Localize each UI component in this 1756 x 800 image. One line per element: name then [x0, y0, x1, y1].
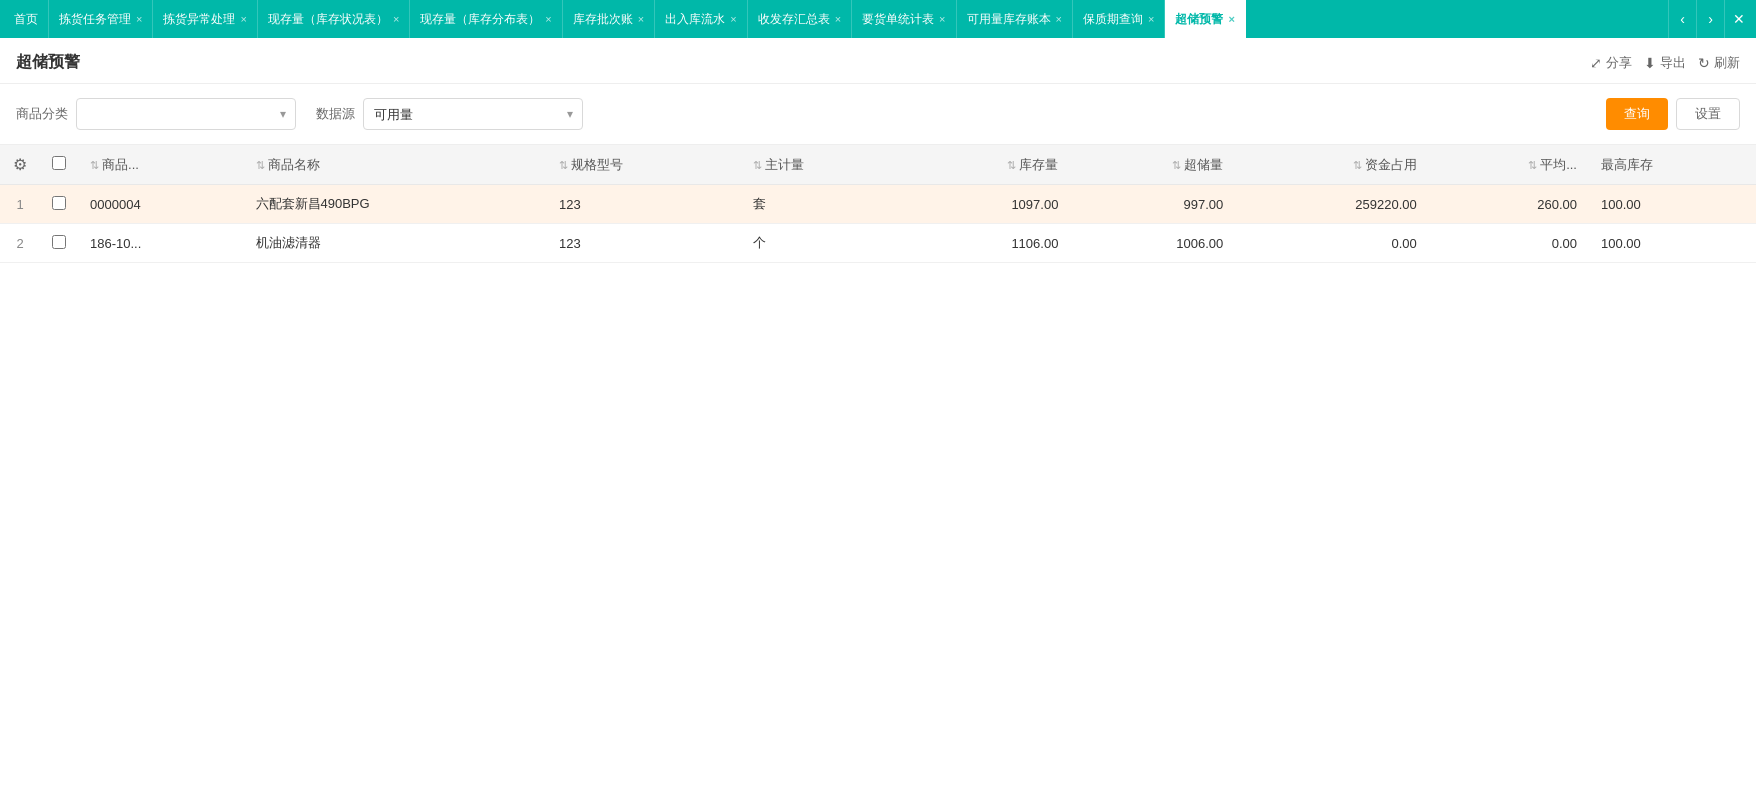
- row-checkbox[interactable]: [52, 196, 66, 210]
- data-source-select[interactable]: 可用量 库存量: [363, 98, 583, 130]
- close-icon[interactable]: ×: [1148, 13, 1154, 25]
- close-icon[interactable]: ×: [1228, 13, 1234, 25]
- th-avg[interactable]: 平均...: [1429, 145, 1589, 185]
- close-icon[interactable]: ×: [939, 13, 945, 25]
- page-content: 超储预警 ⤢ 分享 ⬇ 导出 ↻ 刷新 商品分类: [0, 38, 1756, 800]
- nav-tab-home[interactable]: 首页: [4, 0, 49, 38]
- export-button[interactable]: ⬇ 导出: [1644, 54, 1686, 72]
- nav-tab-summary[interactable]: 收发存汇总表 ×: [748, 0, 852, 38]
- nav-tab-overstock[interactable]: 超储预警 ×: [1165, 0, 1245, 38]
- table-container: ⚙ 商品... 商品名称 规格型号 主计量 库存量 超储量 资金占用 平均...…: [0, 145, 1756, 263]
- share-icon: ⤢: [1590, 55, 1602, 71]
- close-icon[interactable]: ×: [1056, 13, 1062, 25]
- data-source-select-wrapper: 可用量 库存量: [363, 98, 583, 130]
- data-source-label: 数据源: [316, 105, 355, 123]
- th-spec[interactable]: 规格型号: [547, 145, 740, 185]
- cell-product-name: 机油滤清器: [244, 224, 548, 263]
- th-product-code[interactable]: 商品...: [78, 145, 244, 185]
- cell-capital: 0.00: [1235, 224, 1428, 263]
- th-checkbox: [40, 145, 78, 185]
- cell-overstock: 997.00: [1070, 185, 1235, 224]
- settings-button[interactable]: 设置: [1676, 98, 1740, 130]
- cell-capital: 259220.00: [1235, 185, 1428, 224]
- cell-unit: 套: [741, 185, 906, 224]
- cell-unit: 个: [741, 224, 906, 263]
- nav-tab-inventory-status[interactable]: 现存量（库存状况表） ×: [258, 0, 410, 38]
- cell-avg: 260.00: [1429, 185, 1589, 224]
- cell-overstock: 1006.00: [1070, 224, 1235, 263]
- product-category-filter: 商品分类: [16, 98, 296, 130]
- nav-tab-pick-exception[interactable]: 拣货异常处理 ×: [153, 0, 257, 38]
- header-actions: ⤢ 分享 ⬇ 导出 ↻ 刷新: [1590, 54, 1740, 72]
- nav-tab-expiry[interactable]: 保质期查询 ×: [1073, 0, 1165, 38]
- nav-tab-available-stock[interactable]: 可用量库存账本 ×: [957, 0, 1073, 38]
- export-icon: ⬇: [1644, 55, 1656, 71]
- th-stock[interactable]: 库存量: [905, 145, 1070, 185]
- cell-max-stock: 100.00: [1589, 185, 1756, 224]
- row-checkbox-cell: [40, 224, 78, 263]
- nav-tab-inventory-dist[interactable]: 现存量（库存分布表） ×: [410, 0, 562, 38]
- refresh-icon: ↻: [1698, 55, 1710, 71]
- row-number: 2: [0, 224, 40, 263]
- cell-max-stock: 100.00: [1589, 224, 1756, 263]
- nav-tab-order-stats[interactable]: 要货单统计表 ×: [852, 0, 956, 38]
- row-checkbox-cell: [40, 185, 78, 224]
- cell-product-code: 0000004: [78, 185, 244, 224]
- close-icon[interactable]: ×: [638, 13, 644, 25]
- close-icon[interactable]: ×: [136, 13, 142, 25]
- select-all-checkbox[interactable]: [52, 156, 66, 170]
- cell-product-code: 186-10...: [78, 224, 244, 263]
- product-category-select[interactable]: [76, 98, 296, 130]
- nav-next-button[interactable]: ›: [1696, 0, 1724, 38]
- overstock-table: ⚙ 商品... 商品名称 规格型号 主计量 库存量 超储量 资金占用 平均...…: [0, 145, 1756, 263]
- share-button[interactable]: ⤢ 分享: [1590, 54, 1632, 72]
- th-gear: ⚙: [0, 145, 40, 185]
- nav-prev-button[interactable]: ‹: [1668, 0, 1696, 38]
- th-max-stock: 最高库存: [1589, 145, 1756, 185]
- cell-stock: 1106.00: [905, 224, 1070, 263]
- th-overstock[interactable]: 超储量: [1070, 145, 1235, 185]
- data-source-filter: 数据源 可用量 库存量: [316, 98, 583, 130]
- close-icon[interactable]: ×: [393, 13, 399, 25]
- nav-expand-button[interactable]: ✕: [1724, 0, 1752, 38]
- nav-arrows-container: ‹ › ✕: [1668, 0, 1752, 38]
- table-header-row: ⚙ 商品... 商品名称 规格型号 主计量 库存量 超储量 资金占用 平均...…: [0, 145, 1756, 185]
- page-title: 超储预警: [16, 52, 80, 73]
- close-icon[interactable]: ×: [545, 13, 551, 25]
- filter-area: 商品分类 数据源 可用量 库存量 查询 设置: [0, 84, 1756, 145]
- query-button[interactable]: 查询: [1606, 98, 1668, 130]
- product-category-select-wrapper: [76, 98, 296, 130]
- column-settings-icon[interactable]: ⚙: [13, 156, 27, 173]
- th-product-name[interactable]: 商品名称: [244, 145, 548, 185]
- product-category-label: 商品分类: [16, 105, 68, 123]
- table-row: 2 186-10... 机油滤清器 123 个 1106.00 1006.00 …: [0, 224, 1756, 263]
- cell-spec: 123: [547, 224, 740, 263]
- row-number: 1: [0, 185, 40, 224]
- cell-product-name: 六配套新昌490BPG: [244, 185, 548, 224]
- refresh-button[interactable]: ↻ 刷新: [1698, 54, 1740, 72]
- nav-tab-batch[interactable]: 库存批次账 ×: [563, 0, 655, 38]
- row-checkbox[interactable]: [52, 235, 66, 249]
- filter-action-buttons: 查询 设置: [1606, 98, 1740, 130]
- top-navigation: 首页 拣货任务管理 × 拣货异常处理 × 现存量（库存状况表） × 现存量（库存…: [0, 0, 1756, 38]
- close-icon[interactable]: ×: [240, 13, 246, 25]
- cell-stock: 1097.00: [905, 185, 1070, 224]
- nav-tab-inout-flow[interactable]: 出入库流水 ×: [655, 0, 747, 38]
- nav-tab-pick-task[interactable]: 拣货任务管理 ×: [49, 0, 153, 38]
- close-icon[interactable]: ×: [730, 13, 736, 25]
- table-row: 1 0000004 六配套新昌490BPG 123 套 1097.00 997.…: [0, 185, 1756, 224]
- th-unit[interactable]: 主计量: [741, 145, 906, 185]
- page-header: 超储预警 ⤢ 分享 ⬇ 导出 ↻ 刷新: [0, 38, 1756, 84]
- cell-avg: 0.00: [1429, 224, 1589, 263]
- cell-spec: 123: [547, 185, 740, 224]
- th-capital[interactable]: 资金占用: [1235, 145, 1428, 185]
- close-icon[interactable]: ×: [835, 13, 841, 25]
